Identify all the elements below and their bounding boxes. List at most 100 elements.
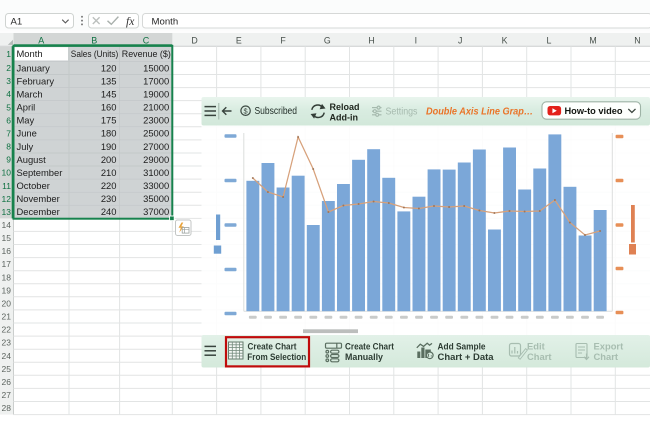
svg-text:22: 22 [2,325,12,335]
svg-text:4: 4 [6,89,11,99]
svg-text:September: September [17,167,63,178]
svg-text:November: November [17,193,60,204]
svg-text:25: 25 [2,364,12,374]
svg-text:Create Chart: Create Chart [248,341,297,352]
svg-text:Chart: Chart [594,351,618,362]
svg-text:fx: fx [126,16,135,28]
svg-text:31000: 31000 [143,167,169,178]
svg-text:2: 2 [6,63,11,73]
svg-text:December: December [17,206,60,217]
svg-text:Create Chart: Create Chart [345,341,394,352]
svg-text:Chart + Data: Chart + Data [438,351,495,362]
svg-text:F: F [280,35,286,45]
svg-text:D: D [191,35,197,45]
svg-text:37000: 37000 [143,206,169,217]
svg-text:8: 8 [6,142,11,152]
svg-text:14: 14 [2,220,12,230]
svg-text:Month: Month [152,16,179,27]
svg-text:Double Axis Line Grap…: Double Axis Line Grap… [426,107,533,118]
svg-text:27000: 27000 [143,141,169,152]
svg-text:A: A [38,35,44,45]
svg-text:7: 7 [6,128,11,138]
svg-text:From Selection: From Selection [247,351,306,362]
svg-text:135: 135 [101,75,117,86]
svg-text:230: 230 [101,193,117,204]
svg-text:3: 3 [6,76,11,86]
svg-text:April: April [17,102,36,113]
svg-text:28: 28 [2,403,12,413]
svg-text:January: January [17,62,51,73]
svg-text:17000: 17000 [143,75,169,86]
svg-text:200: 200 [101,154,117,165]
svg-text:29000: 29000 [143,154,169,165]
svg-text:A1: A1 [11,16,23,27]
svg-text:February: February [17,75,55,86]
svg-text:17: 17 [2,259,12,269]
svg-text:240: 240 [101,206,117,217]
svg-text:N: N [634,35,640,45]
svg-text:M: M [589,35,596,45]
svg-text:June: June [17,128,37,139]
svg-text:120: 120 [101,62,117,73]
svg-text:19: 19 [2,285,12,295]
svg-text:10: 10 [2,168,12,178]
svg-text:23000: 23000 [143,115,169,126]
svg-text:Export: Export [594,341,624,352]
svg-text:9: 9 [6,155,11,165]
svg-text:G: G [324,35,331,45]
svg-text:$: $ [244,106,248,115]
svg-text:H: H [368,35,374,45]
svg-text:J: J [458,35,462,45]
svg-text:210: 210 [101,167,117,178]
svg-text:L: L [546,35,551,45]
svg-text:Month: Month [17,48,43,59]
svg-text:16: 16 [2,246,12,256]
svg-text:Chart: Chart [527,351,551,362]
svg-text:I: I [415,35,417,45]
svg-text:Reload: Reload [330,102,360,112]
svg-text:26: 26 [2,377,12,387]
svg-text:October: October [17,180,50,191]
svg-text:23: 23 [2,338,12,348]
svg-text:Edit: Edit [527,341,545,352]
svg-text:175: 175 [101,115,117,126]
svg-text:15000: 15000 [143,62,169,73]
svg-text:May: May [17,115,35,126]
svg-text:12: 12 [2,194,12,204]
svg-text:13: 13 [2,207,12,217]
svg-text:6: 6 [6,115,11,125]
svg-text:E: E [236,35,242,45]
svg-text:Settings: Settings [386,106,418,117]
svg-text:B: B [91,35,97,45]
svg-text:180: 180 [101,128,117,139]
svg-text:27: 27 [2,390,12,400]
svg-text:11: 11 [2,181,11,191]
svg-text:July: July [17,141,34,152]
svg-text:19000: 19000 [143,89,169,100]
svg-text:190: 190 [101,141,117,152]
svg-text:33000: 33000 [143,180,169,191]
svg-text:August: August [17,154,47,165]
svg-text:220: 220 [101,180,117,191]
svg-text:Subscribed: Subscribed [255,106,298,117]
svg-text:Manually: Manually [345,351,384,362]
svg-text:15: 15 [2,233,12,243]
svg-text:5: 5 [6,102,11,112]
svg-text:160: 160 [101,102,117,113]
svg-text:21000: 21000 [143,102,169,113]
svg-text:Revenue ($): Revenue ($) [122,48,171,59]
svg-text:145: 145 [101,89,117,100]
svg-text:Sales (Units): Sales (Units) [71,48,119,59]
svg-text:21: 21 [2,312,12,322]
svg-text:1: 1 [6,49,11,59]
svg-text:24: 24 [2,351,12,361]
svg-text:C: C [143,35,150,45]
svg-text:25000: 25000 [143,128,169,139]
svg-text:Add-in: Add-in [330,113,359,123]
svg-text:March: March [17,89,43,100]
svg-text:How-to video: How-to video [565,106,623,117]
svg-text:Add Sample: Add Sample [438,341,486,352]
svg-text:K: K [502,35,508,45]
svg-text:35000: 35000 [143,193,169,204]
svg-text:18: 18 [2,272,12,282]
